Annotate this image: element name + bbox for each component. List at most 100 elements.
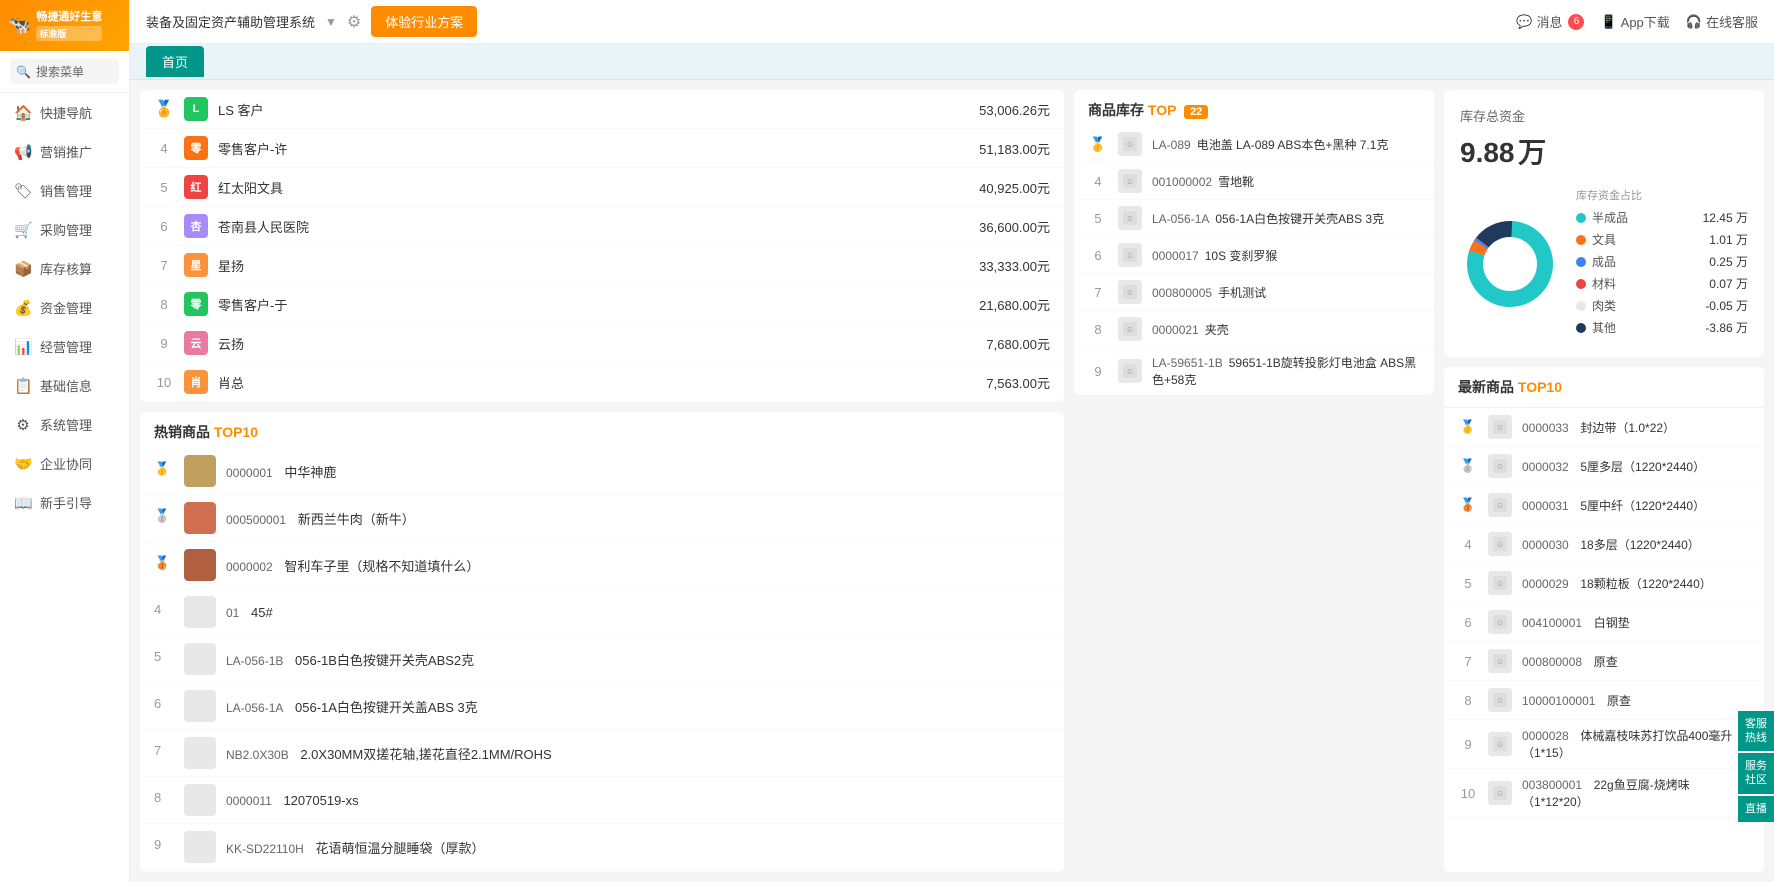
inventory-legend: 库存资金占比 半成品 12.45 万 文具 1.01 万 成品 0.25 万 材… bbox=[1576, 187, 1748, 341]
lr-icon: G bbox=[1488, 454, 1512, 478]
list-item: 7 NB2.0X30B 2.0X30MM双搓花轴,搓花直径2.1MM/ROHS bbox=[140, 730, 1064, 777]
table-row: 10 肖 肖总 7,563.00元 bbox=[140, 363, 1064, 402]
content-area: 🏅 L LS 客户 53,006.26元 4 零 零售客户-许 51,183.0… bbox=[130, 80, 1774, 882]
notifications-item[interactable]: 💬 消息 6 bbox=[1516, 12, 1584, 31]
rank-num: 6 bbox=[154, 219, 174, 234]
rank-name: 苍南县人民医院 bbox=[218, 217, 969, 236]
legend-dot bbox=[1576, 235, 1586, 245]
svg-text:G: G bbox=[1497, 464, 1502, 471]
svg-text:G: G bbox=[1127, 327, 1132, 334]
rank-num: 10 bbox=[154, 375, 174, 390]
search-menu-button[interactable]: 🔍 搜索菜单 bbox=[10, 59, 119, 84]
rank-num: 9 bbox=[154, 336, 174, 351]
lr-badge: 🥉 bbox=[1458, 495, 1478, 515]
pr-name: 000001710S 变刹罗猴 bbox=[1152, 247, 1420, 264]
sidebar-item-marketing[interactable]: 📢营销推广 bbox=[0, 132, 129, 171]
product-ranking-card: 商品库存 TOP 22 🥇 G LA-089电池盖 LA-089 ABS本色+黑… bbox=[1074, 90, 1434, 395]
latest-products-card: 最新商品 TOP10 🥇 G 0000033 封边带（1.0*22） 🥈 G 0… bbox=[1444, 367, 1764, 872]
hot-rank-badge: 7 bbox=[154, 743, 174, 763]
pr-icon: G bbox=[1118, 359, 1142, 383]
nav-label-enterprise: 企业协同 bbox=[40, 454, 92, 473]
legend-value: 1.01 万 bbox=[1709, 231, 1748, 248]
nav-icon-operations: 📊 bbox=[14, 338, 32, 356]
hot-rank-badge: 🥉 bbox=[154, 555, 174, 575]
pr-icon: G bbox=[1118, 280, 1142, 304]
tab-home[interactable]: 首页 bbox=[146, 46, 204, 77]
sidebar-item-operations[interactable]: 📊经营管理 bbox=[0, 327, 129, 366]
legend-label: 材料 bbox=[1592, 275, 1703, 292]
product-info: LA-056-1B 056-1B白色按键开关壳ABS2克 bbox=[226, 650, 1050, 669]
lr-name: 5厘中纤（1220*2440） bbox=[1580, 499, 1705, 513]
hot-rank-badge: 8 bbox=[154, 790, 174, 810]
sidebar-item-system[interactable]: ⚙系统管理 bbox=[0, 405, 129, 444]
search-icon: 🔍 bbox=[16, 65, 31, 79]
rank-amount: 7,563.00元 bbox=[986, 373, 1050, 392]
cs-hotline-btn[interactable]: 客服热线 bbox=[1738, 711, 1774, 752]
lr-name: 原查 bbox=[1607, 694, 1631, 708]
mobile-icon: 📱 bbox=[1600, 14, 1616, 30]
table-row: 5 红 红太阳文具 40,925.00元 bbox=[140, 168, 1064, 207]
system-name[interactable]: 装备及固定资产辅助管理系统 bbox=[146, 12, 315, 31]
lr-code: 003800001 bbox=[1522, 778, 1582, 792]
rank-badge: 4 bbox=[154, 138, 174, 158]
lr-icon: G bbox=[1488, 688, 1512, 712]
hot-products-highlight: TOP10 bbox=[214, 424, 258, 440]
lr-icon: G bbox=[1488, 649, 1512, 673]
table-row: 4 零 零售客户-许 51,183.00元 bbox=[140, 129, 1064, 168]
pr-icon: G bbox=[1118, 317, 1142, 341]
lr-badge: 🥈 bbox=[1458, 456, 1478, 476]
nav-icon-finance: 💰 bbox=[14, 299, 32, 317]
pr-badge: 🥇 bbox=[1088, 134, 1108, 154]
app-logo: 🐄 畅捷通好生意 标准版 bbox=[0, 0, 129, 51]
app-download-item[interactable]: 📱 App下载 bbox=[1600, 12, 1669, 31]
table-row: 4 G 001000002雪地靴 bbox=[1074, 163, 1434, 200]
rank-avatar: 星 bbox=[184, 253, 208, 277]
sidebar-item-sales[interactable]: 🏷销售管理 bbox=[0, 171, 129, 210]
dropdown-icon[interactable]: ▼ bbox=[325, 15, 337, 29]
hot-products-card: 热销商品 TOP10 🥇 0000001 中华神鹿 🥈 000500001 新西… bbox=[140, 412, 1064, 872]
inventory-chart-area: 库存资金占比 半成品 12.45 万 文具 1.01 万 成品 0.25 万 材… bbox=[1460, 187, 1748, 341]
settings-icon[interactable]: ⚙ bbox=[347, 12, 361, 32]
rank-name: 肖总 bbox=[218, 373, 976, 392]
sidebar-item-finance[interactable]: 💰资金管理 bbox=[0, 288, 129, 327]
sidebar-item-inventory[interactable]: 📦库存核算 bbox=[0, 249, 129, 288]
trial-button[interactable]: 体验行业方案 bbox=[371, 6, 477, 37]
legend-dot bbox=[1576, 257, 1586, 267]
table-row: 7 G 000800005手机测试 bbox=[1074, 274, 1434, 311]
lr-code: 0000029 bbox=[1522, 577, 1569, 591]
cs-live-btn[interactable]: 直播 bbox=[1738, 796, 1774, 822]
hot-rank-badge: 9 bbox=[154, 837, 174, 857]
hot-rank-badge: 4 bbox=[154, 602, 174, 622]
product-name: 12070519-xs bbox=[283, 793, 358, 808]
app-name: 畅捷通好生意 bbox=[36, 10, 102, 24]
sidebar-item-guide[interactable]: 📖新手引导 bbox=[0, 483, 129, 522]
lr-icon: G bbox=[1488, 532, 1512, 556]
nav-label-base: 基础信息 bbox=[40, 376, 92, 395]
lr-icon: G bbox=[1488, 571, 1512, 595]
legend-dot bbox=[1576, 213, 1586, 223]
rank-amount: 7,680.00元 bbox=[986, 334, 1050, 353]
list-item: 4 G 0000030 18多层（1220*2440） bbox=[1444, 525, 1764, 564]
sidebar-item-enterprise[interactable]: 🤝企业协同 bbox=[0, 444, 129, 483]
sidebar-item-home[interactable]: 🏠快捷导航 bbox=[0, 93, 129, 132]
rank-name: 红太阳文具 bbox=[218, 178, 969, 197]
sidebar-item-base[interactable]: 📋基础信息 bbox=[0, 366, 129, 405]
legend-dot bbox=[1576, 323, 1586, 333]
online-support-item[interactable]: 🎧 在线客服 bbox=[1686, 12, 1758, 31]
svg-text:G: G bbox=[1497, 742, 1502, 749]
cs-community-btn[interactable]: 服务社区 bbox=[1738, 753, 1774, 794]
pr-icon: G bbox=[1118, 206, 1142, 230]
pr-icon: G bbox=[1118, 243, 1142, 267]
nav-label-inventory: 库存核算 bbox=[40, 259, 92, 278]
rank-num: 4 bbox=[154, 141, 174, 156]
sidebar-item-purchase[interactable]: 🛒采购管理 bbox=[0, 210, 129, 249]
customer-ranking-rows: 🏅 L LS 客户 53,006.26元 4 零 零售客户-许 51,183.0… bbox=[140, 90, 1064, 402]
lr-info: 0000031 5厘中纤（1220*2440） bbox=[1522, 497, 1705, 514]
rank-badge: 9 bbox=[154, 333, 174, 353]
table-row: 5 G LA-056-1A056-1A白色按键开关壳ABS 3克 bbox=[1074, 200, 1434, 237]
rank-badge: 8 bbox=[154, 294, 174, 314]
lr-code: 000800008 bbox=[1522, 655, 1582, 669]
nav-icon-purchase: 🛒 bbox=[14, 221, 32, 239]
lr-info: 10000100001 原查 bbox=[1522, 692, 1631, 709]
product-ranking-rows: 🥇 G LA-089电池盖 LA-089 ABS本色+黑种 7.1克 4 G 0… bbox=[1074, 126, 1434, 395]
